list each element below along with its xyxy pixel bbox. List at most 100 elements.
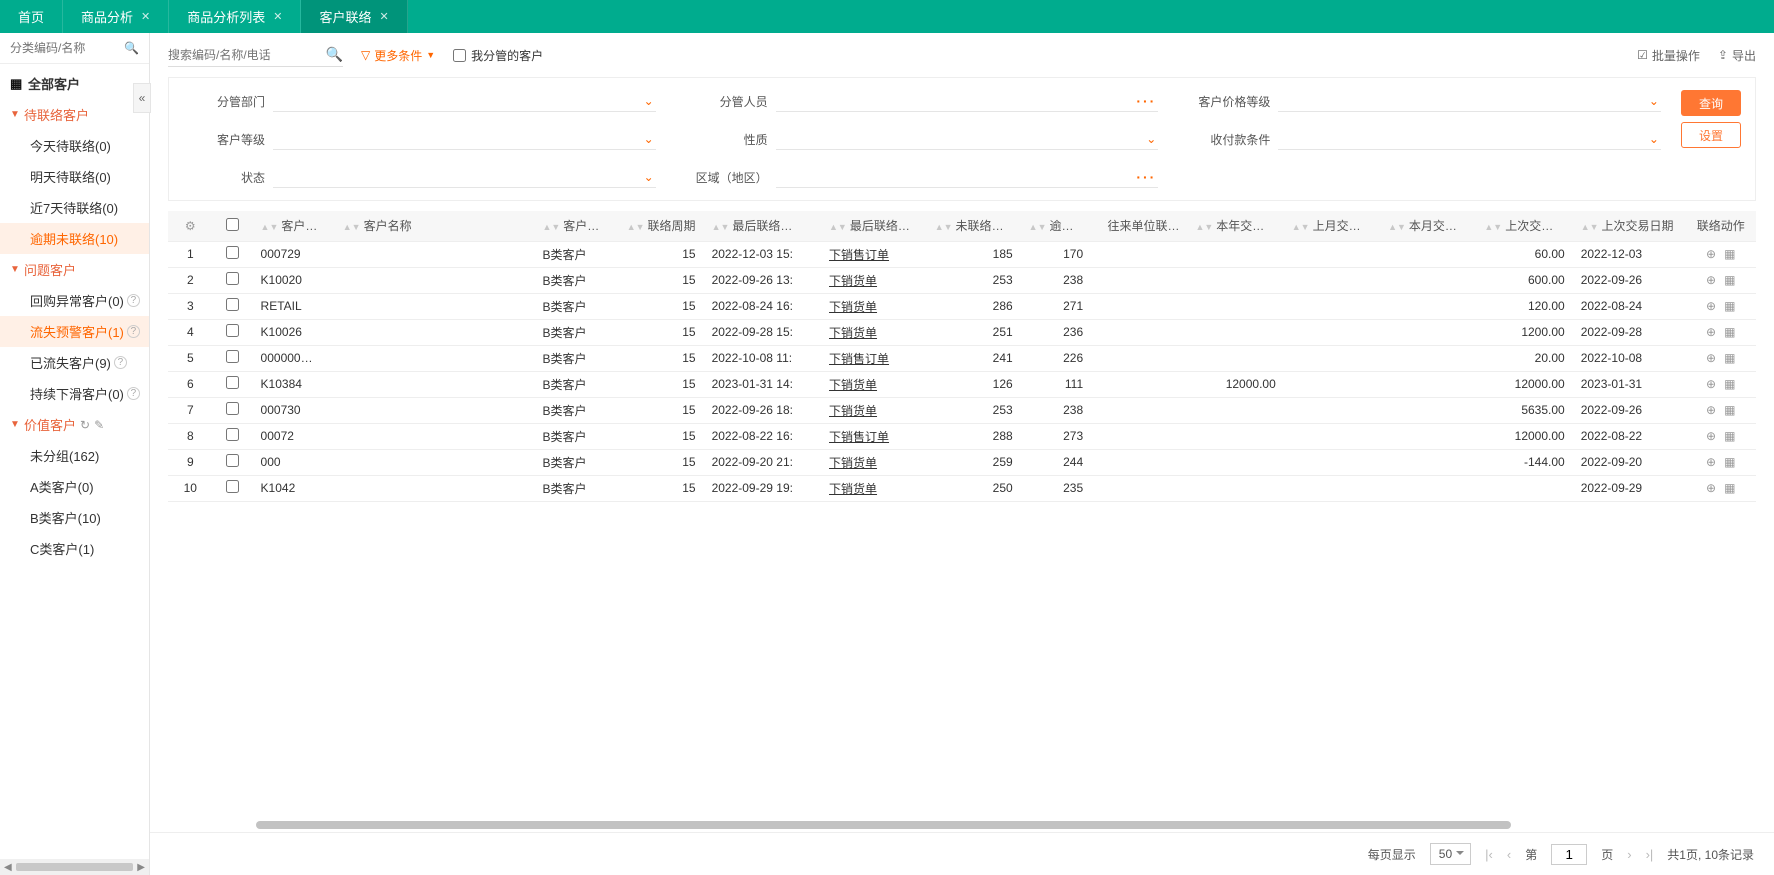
first-page[interactable]: |‹ [1485, 847, 1493, 862]
sidebar-item-churned[interactable]: 已流失客户(9)? [0, 347, 149, 378]
help-icon[interactable]: ? [114, 356, 127, 369]
chat-icon[interactable]: ⊕ [1706, 377, 1716, 391]
col-lastamt[interactable]: ▲▼上次交易额 [1476, 211, 1572, 241]
grid-icon[interactable]: ▦ [1724, 403, 1735, 417]
row-checkbox[interactable] [226, 246, 239, 259]
table-row[interactable]: 9000B类客户152022-09-20 21:下销货单259244-144.0… [168, 449, 1756, 475]
chat-icon[interactable]: ⊕ [1706, 403, 1716, 417]
tab-product-analysis[interactable]: 商品分析✕ [63, 0, 169, 33]
col-name[interactable]: ▲▼客户名称 [335, 211, 535, 241]
row-checkbox[interactable] [226, 350, 239, 363]
col-group[interactable]: ▲▼客户分组 [534, 211, 616, 241]
chat-icon[interactable]: ⊕ [1706, 325, 1716, 339]
table-row[interactable]: 4K10026B类客户152022-09-28 15:下销货单251236120… [168, 319, 1756, 345]
col-lasttime[interactable]: ▲▼最后联络… [704, 211, 821, 241]
grid-icon[interactable]: ▦ [1724, 247, 1735, 261]
search-icon[interactable]: 🔍 [326, 46, 343, 63]
row-checkbox[interactable] [226, 454, 239, 467]
settings-button[interactable]: 设置 [1681, 122, 1741, 148]
sidebar-group-problem[interactable]: ▼问题客户 [0, 254, 149, 285]
col-lastm[interactable]: ▲▼上月交易额 [1284, 211, 1380, 241]
query-button[interactable]: 查询 [1681, 90, 1741, 116]
chat-icon[interactable]: ⊕ [1706, 299, 1716, 313]
status-select[interactable]: ⌄ [273, 166, 656, 188]
region-select[interactable]: ··· [776, 166, 1159, 188]
dept-select[interactable]: ⌄ [273, 90, 656, 112]
tab-customer-contact[interactable]: 客户联络✕ [301, 0, 407, 33]
sidebar-item-c[interactable]: C类客户(1) [0, 533, 149, 564]
search-icon[interactable]: 🔍 [124, 41, 139, 55]
grid-icon[interactable]: ▦ [1724, 273, 1735, 287]
col-cycle[interactable]: ▲▼联络周期 [617, 211, 704, 241]
tab-product-analysis-list[interactable]: 商品分析列表✕ [169, 0, 301, 33]
last-page[interactable]: ›| [1646, 847, 1654, 862]
lastway-link[interactable]: 下销货单 [829, 482, 877, 496]
chat-icon[interactable]: ⊕ [1706, 455, 1716, 469]
lastway-link[interactable]: 下销货单 [829, 456, 877, 470]
col-checkbox[interactable] [213, 211, 253, 241]
table-row[interactable]: 2K10020B类客户152022-09-26 13:下销货单253238600… [168, 267, 1756, 293]
col-yearamt[interactable]: ▲▼本年交易额 [1187, 211, 1283, 241]
close-icon[interactable]: ✕ [380, 10, 389, 23]
col-code[interactable]: ▲▼客户… [253, 211, 335, 241]
lastway-link[interactable]: 下销货单 [829, 378, 877, 392]
search-input[interactable] [168, 48, 326, 62]
more-conditions[interactable]: ▽更多条件▼ [361, 47, 435, 64]
table-row[interactable]: 5000000…B类客户152022-10-08 11:下销售订单2412262… [168, 345, 1756, 371]
checkbox[interactable] [453, 49, 466, 62]
lastway-link[interactable]: 下销货单 [829, 326, 877, 340]
close-icon[interactable]: ✕ [273, 10, 282, 23]
prev-page[interactable]: ‹ [1507, 847, 1511, 862]
col-lastdate[interactable]: ▲▼上次交易日期 [1573, 211, 1686, 241]
lastway-link[interactable]: 下销货单 [829, 274, 877, 288]
refresh-icon[interactable]: ↻ [80, 418, 90, 432]
sidebar-item-a[interactable]: A类客户(0) [0, 471, 149, 502]
sidebar-search-input[interactable] [10, 41, 120, 55]
grid-icon[interactable]: ▦ [1724, 325, 1735, 339]
lastway-link[interactable]: 下销货单 [829, 300, 877, 314]
table-row[interactable]: 800072B类客户152022-08-22 16:下销售订单288273120… [168, 423, 1756, 449]
sidebar-item-7days[interactable]: 近7天待联络(0) [0, 192, 149, 223]
sidebar-item-overdue[interactable]: 逾期未联络(10) [0, 223, 149, 254]
sidebar-item-all[interactable]: ▦全部客户 [0, 68, 149, 99]
grid-icon[interactable]: ▦ [1724, 429, 1735, 443]
row-checkbox[interactable] [226, 376, 239, 389]
sidebar-group-pending[interactable]: ▼待联络客户 [0, 99, 149, 130]
sidebar-item-churnwarn[interactable]: 流失预警客户(1)? [0, 316, 149, 347]
chat-icon[interactable]: ⊕ [1706, 273, 1716, 287]
chat-icon[interactable]: ⊕ [1706, 429, 1716, 443]
row-checkbox[interactable] [226, 402, 239, 415]
sidebar-item-decline[interactable]: 持续下滑客户(0)? [0, 378, 149, 409]
row-checkbox[interactable] [226, 324, 239, 337]
help-icon[interactable]: ? [127, 325, 140, 338]
chat-icon[interactable]: ⊕ [1706, 247, 1716, 261]
sidebar-item-today[interactable]: 今天待联络(0) [0, 130, 149, 161]
my-customers-checkbox[interactable]: 我分管的客户 [453, 47, 543, 64]
table-row[interactable]: 6K10384B类客户152023-01-31 14:下销货单126111120… [168, 371, 1756, 397]
lastway-link[interactable]: 下销售订单 [829, 248, 889, 262]
col-lastway[interactable]: ▲▼最后联络方式 [821, 211, 927, 241]
lastway-link[interactable]: 下销售订单 [829, 430, 889, 444]
next-page[interactable]: › [1627, 847, 1631, 862]
table-hscroll[interactable] [168, 818, 1756, 832]
batch-action[interactable]: ☑批量操作 [1637, 47, 1700, 64]
row-checkbox[interactable] [226, 298, 239, 311]
grid-icon[interactable]: ▦ [1724, 351, 1735, 365]
col-thism[interactable]: ▲▼本月交易额 [1380, 211, 1476, 241]
table-row[interactable]: 3RETAILB类客户152022-08-24 16:下销货单286271120… [168, 293, 1756, 319]
col-gear[interactable]: ⚙ [168, 211, 213, 241]
tab-home[interactable]: 首页 [0, 0, 63, 33]
col-unitlink[interactable]: 往来单位联… [1091, 211, 1187, 241]
scrollbar-thumb[interactable] [256, 821, 1511, 829]
close-icon[interactable]: ✕ [141, 10, 150, 23]
paycond-select[interactable]: ⌄ [1278, 128, 1661, 150]
grid-icon[interactable]: ▦ [1724, 377, 1735, 391]
scrollbar-thumb[interactable] [16, 863, 134, 871]
select-all-checkbox[interactable] [226, 218, 239, 231]
sidebar-item-b[interactable]: B类客户(10) [0, 502, 149, 533]
price-select[interactable]: ⌄ [1278, 90, 1661, 112]
sidebar-item-tomorrow[interactable]: 明天待联络(0) [0, 161, 149, 192]
row-checkbox[interactable] [226, 272, 239, 285]
table-row[interactable]: 10K1042B类客户152022-09-29 19:下销货单250235202… [168, 475, 1756, 501]
col-over[interactable]: ▲▼逾期… [1021, 211, 1091, 241]
